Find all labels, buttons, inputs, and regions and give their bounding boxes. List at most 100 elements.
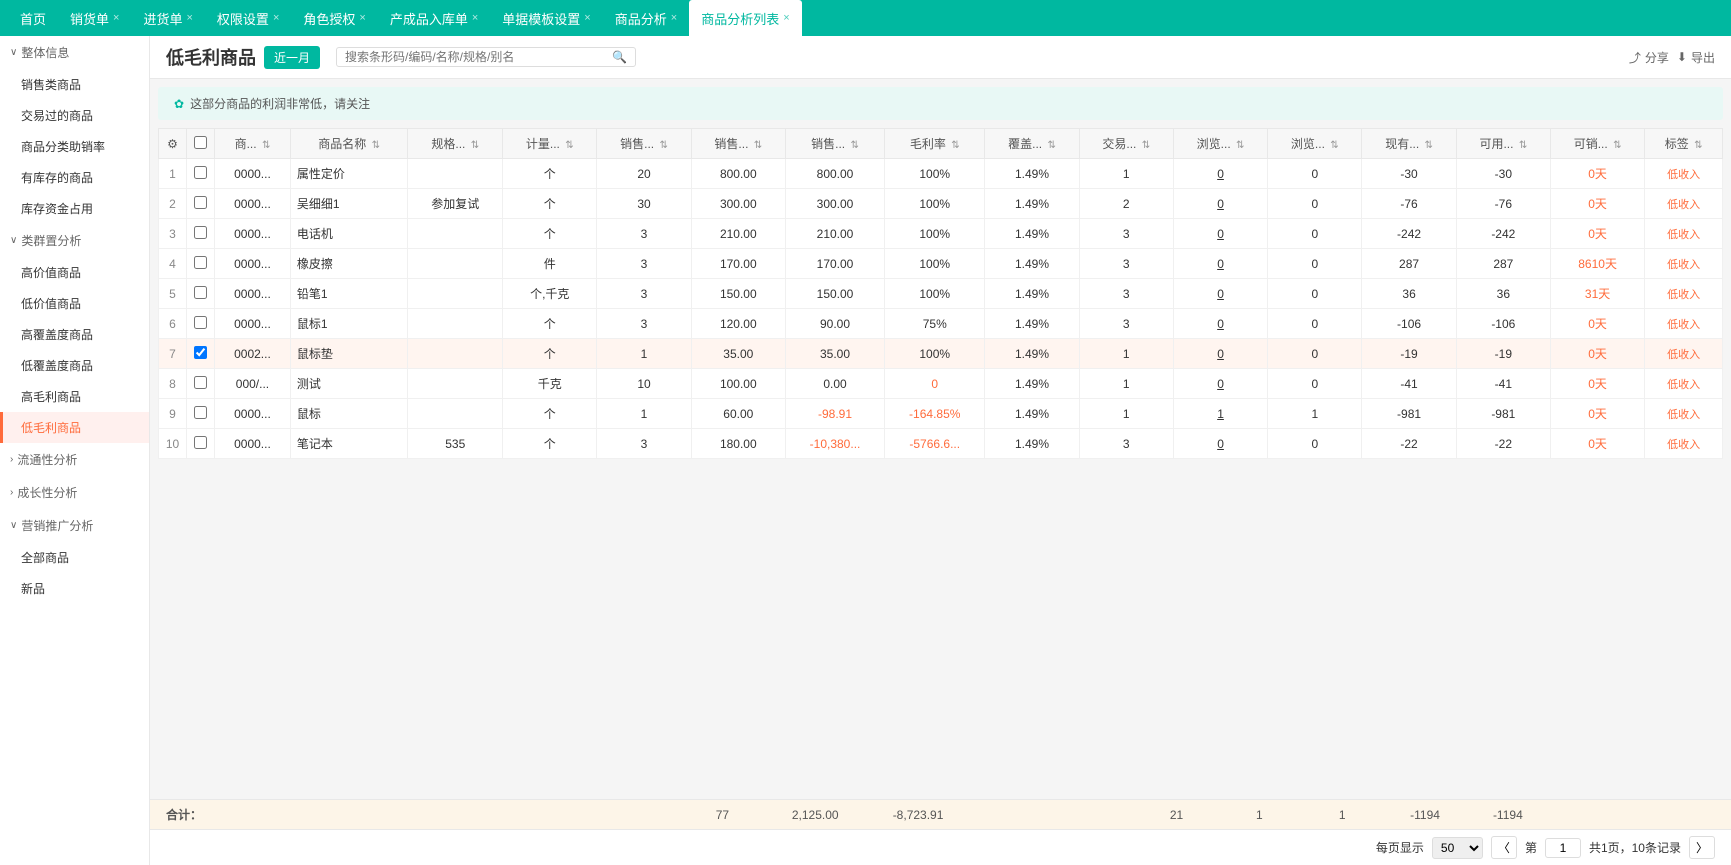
view1-link[interactable]: 0 [1217, 377, 1224, 391]
table-row[interactable]: 1 0000... 属性定价 个 20 800.00 800.00 100% 1… [159, 159, 1723, 189]
row-checkbox[interactable] [194, 166, 207, 179]
cell-checkbox[interactable] [187, 249, 215, 279]
row-checkbox[interactable] [194, 256, 207, 269]
sidebar-group-flow[interactable]: › 流通性分析 [0, 443, 149, 476]
cell-view1[interactable]: 0 [1173, 429, 1267, 459]
sidebar-item-new-goods[interactable]: 新品 [0, 573, 149, 604]
sort-sales3-icon[interactable]: ⇅ [850, 140, 858, 151]
sidebar-item-low-coverage[interactable]: 低覆盖度商品 [0, 350, 149, 381]
sidebar-item-high-value[interactable]: 高价值商品 [0, 257, 149, 288]
col-stock2[interactable]: 可用... ⇅ [1456, 129, 1550, 159]
cell-settings[interactable]: 8 [159, 369, 187, 399]
next-page-button[interactable]: 〉 [1689, 836, 1715, 859]
col-code[interactable]: 商... ⇅ [215, 129, 291, 159]
cell-view1[interactable]: 1 [1173, 399, 1267, 429]
col-coverage[interactable]: 覆盖... ⇅ [985, 129, 1079, 159]
table-row[interactable]: 5 0000... 铅笔1 个,千克 3 150.00 150.00 100% … [159, 279, 1723, 309]
cell-view1[interactable]: 0 [1173, 249, 1267, 279]
cell-name[interactable]: 属性定价 [290, 159, 408, 189]
sidebar-item-category-rate[interactable]: 商品分类助销率 [0, 131, 149, 162]
cell-view1[interactable]: 0 [1173, 369, 1267, 399]
table-row[interactable]: 4 0000... 橡皮擦 件 3 170.00 170.00 100% 1.4… [159, 249, 1723, 279]
cell-checkbox[interactable] [187, 369, 215, 399]
col-sales1[interactable]: 销售... ⇅ [597, 129, 691, 159]
col-view2[interactable]: 浏览... ⇅ [1268, 129, 1362, 159]
sidebar-group-overall[interactable]: ∨ 整体信息 [0, 36, 149, 69]
view1-link[interactable]: 0 [1217, 197, 1224, 211]
view1-link[interactable]: 0 [1217, 347, 1224, 361]
cell-checkbox[interactable] [187, 279, 215, 309]
col-stock3[interactable]: 可销... ⇅ [1550, 129, 1644, 159]
sidebar-item-high-margin[interactable]: 高毛利商品 [0, 381, 149, 412]
per-page-select[interactable]: 50 100 [1432, 837, 1483, 859]
col-name[interactable]: 商品名称 ⇅ [290, 129, 408, 159]
page-input[interactable] [1545, 838, 1581, 858]
nav-item-sales[interactable]: 销货单 × [58, 0, 131, 36]
cell-name[interactable]: 吴细细1 [290, 189, 408, 219]
cell-name[interactable]: 鼠标垫 [290, 339, 408, 369]
sort-view1-icon[interactable]: ⇅ [1236, 140, 1244, 151]
nav-item-template[interactable]: 单据模板设置 × [490, 0, 602, 36]
close-purchase-icon[interactable]: × [186, 12, 192, 24]
search-input[interactable] [345, 50, 612, 64]
sidebar-item-all-goods[interactable]: 全部商品 [0, 542, 149, 573]
share-button[interactable]: ⤴ 分享 [1629, 49, 1669, 66]
close-product-inbound-icon[interactable]: × [472, 12, 478, 24]
col-unit[interactable]: 计量... ⇅ [503, 129, 597, 159]
cell-name[interactable]: 铅笔1 [290, 279, 408, 309]
row-checkbox[interactable] [194, 196, 207, 209]
close-sales-icon[interactable]: × [113, 12, 119, 24]
view1-link[interactable]: 0 [1217, 227, 1224, 241]
view1-link[interactable]: 0 [1217, 317, 1224, 331]
close-product-analysis-list-icon[interactable]: × [783, 12, 789, 24]
sort-stock3-icon[interactable]: ⇅ [1613, 140, 1621, 151]
sort-stock1-icon[interactable]: ⇅ [1425, 140, 1433, 151]
sidebar-item-in-stock[interactable]: 有库存的商品 [0, 162, 149, 193]
cell-name[interactable]: 笔记本 [290, 429, 408, 459]
sort-code-icon[interactable]: ⇅ [262, 140, 270, 151]
close-roles-icon[interactable]: × [359, 12, 365, 24]
table-row[interactable]: 9 0000... 鼠标 个 1 60.00 -98.91 -164.85% 1… [159, 399, 1723, 429]
sort-name-icon[interactable]: ⇅ [372, 140, 380, 151]
sort-unit-icon[interactable]: ⇅ [565, 140, 573, 151]
cell-name[interactable]: 鼠标1 [290, 309, 408, 339]
sort-coverage-icon[interactable]: ⇅ [1047, 140, 1055, 151]
row-checkbox[interactable] [194, 436, 207, 449]
filter-recent-month-button[interactable]: 近一月 [264, 46, 320, 69]
sidebar-item-traded-goods[interactable]: 交易过的商品 [0, 100, 149, 131]
table-row[interactable]: 8 000/... 测试 千克 10 100.00 0.00 0 1.49% 1… [159, 369, 1723, 399]
cell-settings[interactable]: 6 [159, 309, 187, 339]
cell-settings[interactable]: 5 [159, 279, 187, 309]
col-spec[interactable]: 规格... ⇅ [408, 129, 503, 159]
nav-item-roles[interactable]: 角色授权 × [291, 0, 377, 36]
close-permissions-icon[interactable]: × [273, 12, 279, 24]
cell-name[interactable]: 电话机 [290, 219, 408, 249]
sort-spec-icon[interactable]: ⇅ [471, 140, 479, 151]
nav-item-permissions[interactable]: 权限设置 × [205, 0, 291, 36]
col-margin[interactable]: 毛利率 ⇅ [885, 129, 985, 159]
table-row[interactable]: 2 0000... 吴细细1 参加复试 个 30 300.00 300.00 1… [159, 189, 1723, 219]
prev-page-button[interactable]: 〈 [1491, 836, 1517, 859]
nav-item-purchase[interactable]: 进货单 × [131, 0, 204, 36]
sidebar-group-cluster[interactable]: ∨ 类群置分析 [0, 224, 149, 257]
cell-settings[interactable]: 1 [159, 159, 187, 189]
close-template-icon[interactable]: × [584, 12, 590, 24]
cell-checkbox[interactable] [187, 159, 215, 189]
table-row[interactable]: 10 0000... 笔记本 535 个 3 180.00 -10,380...… [159, 429, 1723, 459]
table-row[interactable]: 7 0002... 鼠标垫 个 1 35.00 35.00 100% 1.49%… [159, 339, 1723, 369]
cell-view1[interactable]: 0 [1173, 189, 1267, 219]
table-row[interactable]: 3 0000... 电话机 个 3 210.00 210.00 100% 1.4… [159, 219, 1723, 249]
sort-view2-icon[interactable]: ⇅ [1330, 140, 1338, 151]
col-sales3[interactable]: 销售... ⇅ [785, 129, 884, 159]
sort-tag-icon[interactable]: ⇅ [1694, 140, 1702, 151]
nav-item-product-analysis[interactable]: 商品分析 × [603, 0, 689, 36]
cell-name[interactable]: 测试 [290, 369, 408, 399]
sidebar-item-capital[interactable]: 库存资金占用 [0, 193, 149, 224]
cell-settings[interactable]: 7 [159, 339, 187, 369]
cell-view1[interactable]: 0 [1173, 309, 1267, 339]
select-all-checkbox[interactable] [194, 136, 207, 149]
cell-view1[interactable]: 0 [1173, 279, 1267, 309]
sort-sales1-icon[interactable]: ⇅ [660, 140, 668, 151]
sort-sales2-icon[interactable]: ⇅ [754, 140, 762, 151]
table-row[interactable]: 6 0000... 鼠标1 个 3 120.00 90.00 75% 1.49%… [159, 309, 1723, 339]
